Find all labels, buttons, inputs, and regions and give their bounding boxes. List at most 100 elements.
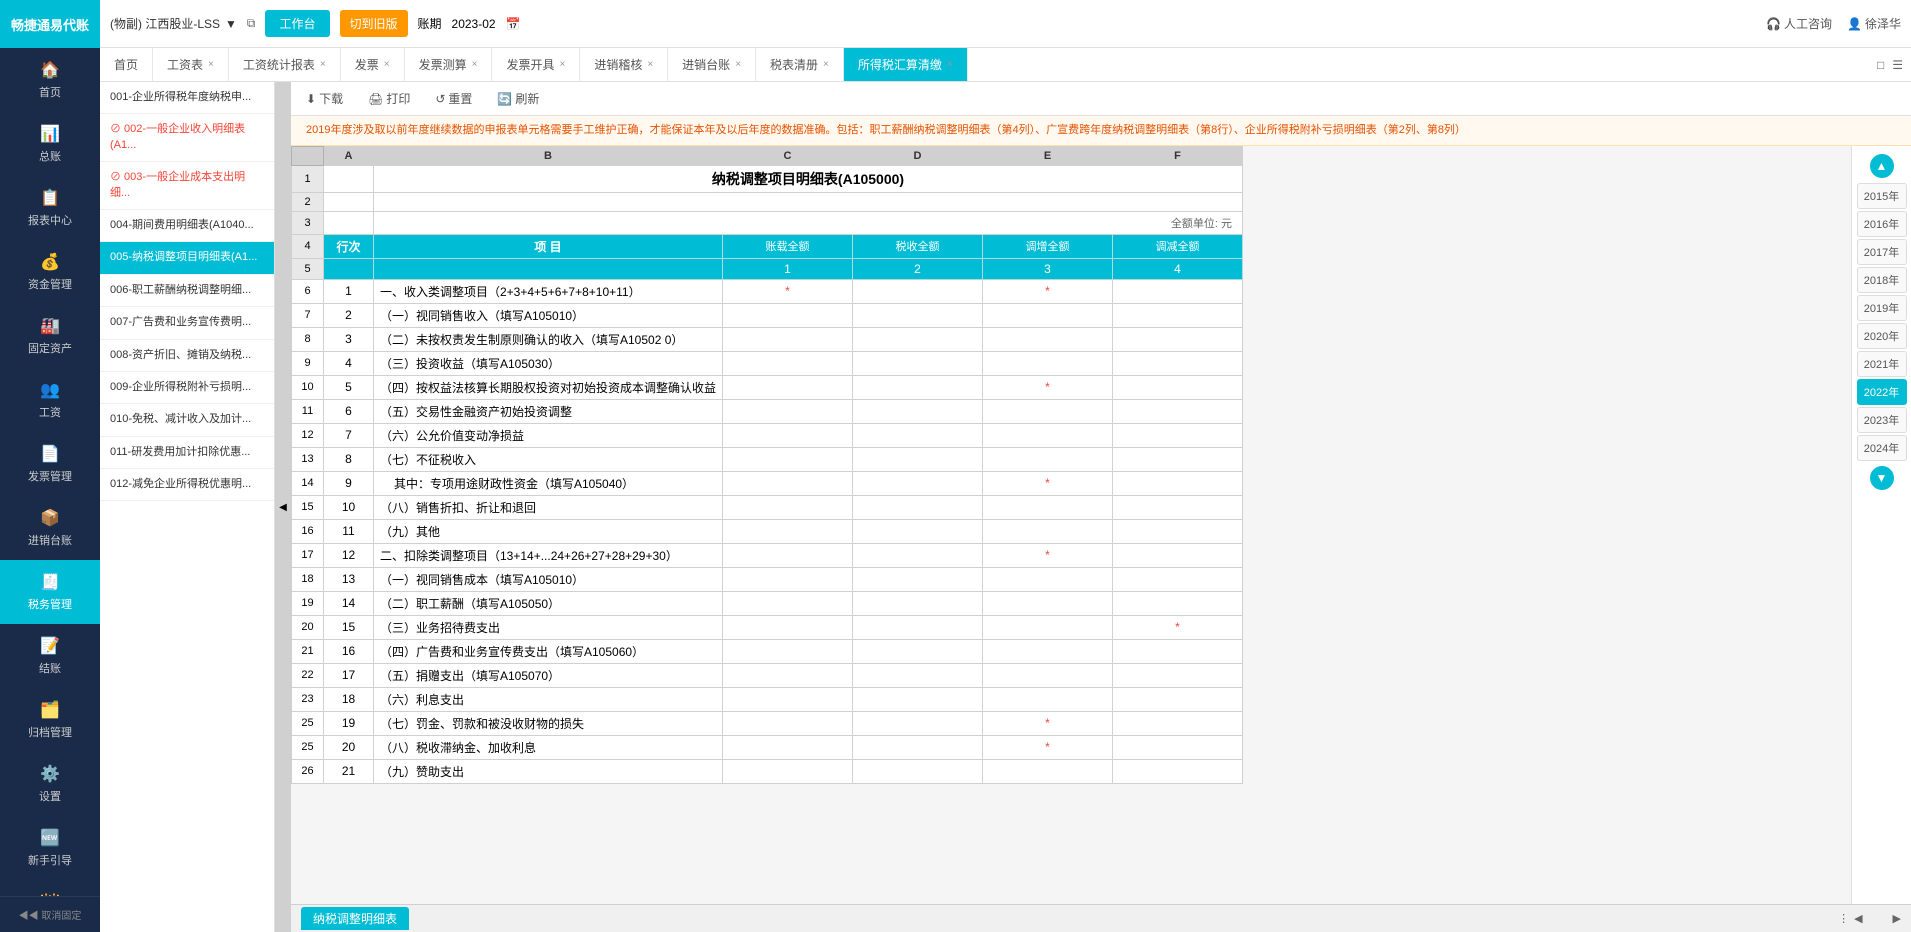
sidebar-item-close[interactable]: 📝 结账: [0, 624, 100, 688]
cell-c[interactable]: *: [723, 279, 853, 303]
spreadsheet-main[interactable]: A B C D E F 1: [291, 146, 1851, 905]
tab-expand-icon[interactable]: □: [1877, 58, 1884, 72]
cell-item[interactable]: 二、扣除类调整项目（13+14+...24+26+27+28+29+30）: [374, 543, 723, 567]
cell-c[interactable]: [723, 639, 853, 663]
cell-item[interactable]: （九）其他: [374, 519, 723, 543]
cell-f[interactable]: [1113, 399, 1243, 423]
year-2016[interactable]: 2016年: [1857, 211, 1907, 237]
sidebar-item-home[interactable]: 🏠 首页: [0, 48, 100, 112]
doc-item-002[interactable]: ⊘ 002-一般企业收入明细表(A1...: [100, 114, 274, 162]
sidebar-item-archive[interactable]: 🗂️ 归档管理: [0, 688, 100, 752]
cell-d[interactable]: [853, 639, 983, 663]
doc-item-001[interactable]: 001-企业所得税年度纳税申...: [100, 82, 274, 114]
cell-f[interactable]: [1113, 663, 1243, 687]
cell-e[interactable]: [983, 423, 1113, 447]
cell-d[interactable]: [853, 471, 983, 495]
bottom-tab-label[interactable]: 纳税调整明细表: [301, 907, 409, 930]
sidebar-item-assets[interactable]: 🏭 固定资产: [0, 304, 100, 368]
cell-c[interactable]: [723, 375, 853, 399]
user-profile[interactable]: 👤 徐泽华: [1847, 15, 1901, 32]
year-2021[interactable]: 2021年: [1857, 351, 1907, 377]
sidebar-item-settings[interactable]: ⚙️ 设置: [0, 752, 100, 816]
cell-item[interactable]: 一、收入类调整项目（2+3+4+5+6+7+8+10+11）: [374, 279, 723, 303]
sidebar-item-finance[interactable]: 💰 资金管理: [0, 240, 100, 304]
doc-item-006[interactable]: 006-职工薪酬纳税调整明细...: [100, 275, 274, 307]
cell-e[interactable]: [983, 687, 1113, 711]
cell-d[interactable]: [853, 735, 983, 759]
cell-e[interactable]: [983, 663, 1113, 687]
cell-e[interactable]: [983, 351, 1113, 375]
cell-d[interactable]: [853, 687, 983, 711]
tab-income-tax[interactable]: 所得税汇算清缴 ×: [844, 48, 968, 81]
cell-c[interactable]: [723, 327, 853, 351]
doc-item-004[interactable]: 004-期间费用明细表(A1040...: [100, 210, 274, 242]
tab-purchase-check-close[interactable]: ×: [647, 59, 653, 70]
cell-d[interactable]: [853, 375, 983, 399]
panel-toggle[interactable]: ◀: [275, 82, 291, 932]
reset-button[interactable]: ↺ 重置: [430, 88, 477, 109]
doc-item-011[interactable]: 011-研发费用加计扣除优惠...: [100, 437, 274, 469]
doc-item-005[interactable]: 005-纳税调整项目明细表(A1...: [100, 242, 274, 274]
cell-item[interactable]: （七）不征税收入: [374, 447, 723, 471]
tab-invoice-calc-close[interactable]: ×: [472, 59, 478, 70]
cell-c[interactable]: [723, 303, 853, 327]
year-down-button[interactable]: ▼: [1870, 466, 1894, 490]
scroll-right-icon[interactable]: ▶: [1893, 912, 1901, 925]
cell-f[interactable]: [1113, 591, 1243, 615]
cell-e[interactable]: *: [983, 471, 1113, 495]
refresh-button[interactable]: 🔄 刷新: [492, 88, 544, 109]
cell-e[interactable]: *: [983, 735, 1113, 759]
cell-item[interactable]: （九）赞助支出: [374, 759, 723, 783]
tab-tax-list-close[interactable]: ×: [823, 59, 829, 70]
cell-item[interactable]: （六）公允价值变动净损益: [374, 423, 723, 447]
cell-item[interactable]: （三）业务招待费支出: [374, 615, 723, 639]
cell-c[interactable]: [723, 615, 853, 639]
cell-c[interactable]: [723, 351, 853, 375]
sidebar-item-tax[interactable]: 🧾 税务管理: [0, 560, 100, 624]
doc-item-009[interactable]: 009-企业所得税附补亏损明...: [100, 372, 274, 404]
tab-salary-report-close[interactable]: ×: [320, 59, 326, 70]
year-2015[interactable]: 2015年: [1857, 183, 1907, 209]
tab-salary-report[interactable]: 工资统计报表 ×: [229, 48, 341, 81]
cell-f[interactable]: [1113, 279, 1243, 303]
year-2023[interactable]: 2023年: [1857, 407, 1907, 433]
tab-income-tax-close[interactable]: ×: [947, 59, 953, 70]
cell-f[interactable]: [1113, 375, 1243, 399]
sidebar-item-invoice[interactable]: 📄 发票管理: [0, 432, 100, 496]
cell-e[interactable]: [983, 759, 1113, 783]
cell-d[interactable]: [853, 615, 983, 639]
tab-salary[interactable]: 工资表 ×: [153, 48, 229, 81]
cell-c[interactable]: [723, 423, 853, 447]
year-2018[interactable]: 2018年: [1857, 267, 1907, 293]
scroll-left-icon[interactable]: ◀: [1854, 912, 1862, 925]
cell-d[interactable]: [853, 759, 983, 783]
tab-purchase-check[interactable]: 进销稽核 ×: [580, 48, 668, 81]
cell-e[interactable]: [983, 495, 1113, 519]
year-2020[interactable]: 2020年: [1857, 323, 1907, 349]
cell-f[interactable]: [1113, 759, 1243, 783]
cell-f[interactable]: [1113, 471, 1243, 495]
copy-icon[interactable]: ⧉: [247, 16, 256, 31]
cell-f[interactable]: [1113, 711, 1243, 735]
tab-invoice[interactable]: 发票 ×: [341, 48, 405, 81]
cell-item[interactable]: （四）按权益法核算长期股权投资对初始投资成本调整确认收益: [374, 375, 723, 399]
tab-invoice-issue-close[interactable]: ×: [559, 59, 565, 70]
cell-e[interactable]: [983, 519, 1113, 543]
cell-c[interactable]: [723, 687, 853, 711]
cell-item[interactable]: （八）税收滞纳金、加收利息: [374, 735, 723, 759]
cell-a3[interactable]: [324, 211, 374, 234]
tab-invoice-calc[interactable]: 发票测算 ×: [405, 48, 493, 81]
cell-d[interactable]: [853, 495, 983, 519]
cell-c[interactable]: [723, 759, 853, 783]
sidebar-item-purchase[interactable]: 📦 进销台账: [0, 496, 100, 560]
cell-item[interactable]: （二）未按权责发生制原则确认的收入（填写A10502 0）: [374, 327, 723, 351]
cell-f[interactable]: [1113, 495, 1243, 519]
company-selector[interactable]: (物副) 江西股业-LSS ▼: [110, 15, 237, 32]
cell-f[interactable]: [1113, 735, 1243, 759]
cell-c[interactable]: [723, 567, 853, 591]
cell-d[interactable]: [853, 279, 983, 303]
doc-item-003[interactable]: ⊘ 003-一般企业成本支出明细...: [100, 162, 274, 210]
cell-d[interactable]: [853, 711, 983, 735]
tab-invoice-issue[interactable]: 发票开具 ×: [492, 48, 580, 81]
cell-e[interactable]: [983, 303, 1113, 327]
